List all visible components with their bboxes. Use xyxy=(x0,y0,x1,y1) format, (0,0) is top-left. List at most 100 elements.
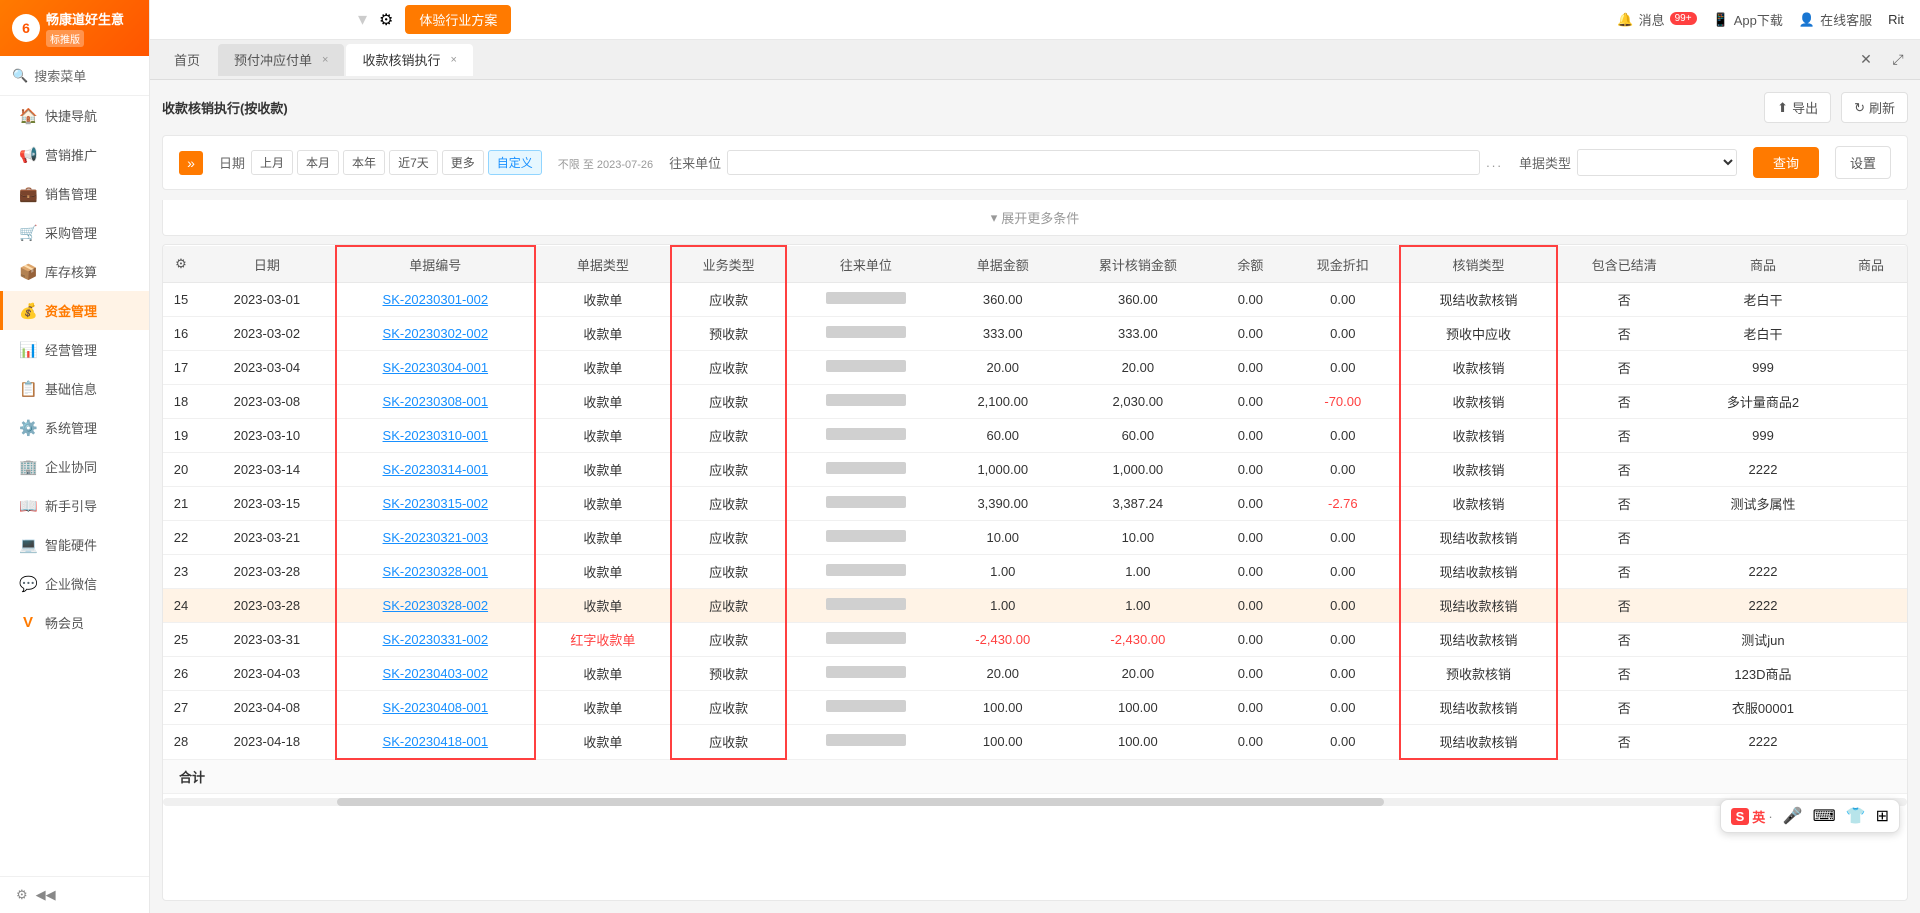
row-bill-type: 收款单 xyxy=(535,521,671,555)
date-btn-more[interactable]: 更多 xyxy=(442,150,484,175)
date-btn-this-year[interactable]: 本年 xyxy=(343,150,385,175)
row-amount: 60.00 xyxy=(944,419,1061,453)
row-bill-no[interactable]: SK-20230331-002 xyxy=(336,623,535,657)
sidebar-item-system[interactable]: ⚙️ 系统管理 xyxy=(0,408,149,447)
sidebar-item-inventory[interactable]: 📦 库存核算 xyxy=(0,252,149,291)
row-bill-no[interactable]: SK-20230304-001 xyxy=(336,351,535,385)
voucher-type-select[interactable] xyxy=(1577,149,1737,176)
filter-toggle-button[interactable]: » xyxy=(179,151,203,175)
topbar-right: 🔔 消息 99+ 📱 App下载 👤 在线客服 Rit xyxy=(1617,10,1904,29)
app-download-group[interactable]: 📱 App下载 xyxy=(1713,10,1783,29)
row-bill-no[interactable]: SK-20230301-002 xyxy=(336,283,535,317)
sidebar-item-operation[interactable]: 📊 经营管理 xyxy=(0,330,149,369)
row-bill-type: 收款单 xyxy=(535,317,671,351)
row-no: 15 xyxy=(163,283,199,317)
col-settings-icon[interactable]: ⚙ xyxy=(163,246,199,283)
row-bill-no[interactable]: SK-20230328-001 xyxy=(336,555,535,589)
row-product2 xyxy=(1835,555,1907,589)
sidebar-item-marketing[interactable]: 📢 营销推广 xyxy=(0,135,149,174)
row-amount: 2,100.00 xyxy=(944,385,1061,419)
tab-prepay-close[interactable]: × xyxy=(322,54,328,66)
row-balance: 0.00 xyxy=(1214,657,1286,691)
col-included: 包含已结清 xyxy=(1557,246,1691,283)
sidebar-item-enterprise[interactable]: 🏢 企业协同 xyxy=(0,447,149,486)
sidebar-item-hardware[interactable]: 💻 智能硬件 xyxy=(0,525,149,564)
col-amount: 单据金额 xyxy=(944,246,1061,283)
gear-icon[interactable]: ⚙ xyxy=(379,10,393,30)
row-discount: 0.00 xyxy=(1286,283,1400,317)
row-wtype: 现结收款核销 xyxy=(1400,283,1556,317)
tab-close-all[interactable]: ✕ xyxy=(1852,46,1880,74)
partner-input[interactable] xyxy=(727,150,1480,175)
table-scrollbar[interactable] xyxy=(163,798,1907,806)
data-table: ⚙ 日期 单据编号 单据类型 业务类型 往来单位 单据金额 累计核销金额 余额 … xyxy=(163,245,1907,794)
row-date: 2023-04-03 xyxy=(199,657,336,691)
row-bill-no[interactable]: SK-20230408-001 xyxy=(336,691,535,725)
row-partner xyxy=(786,555,944,589)
tab-collection-close[interactable]: × xyxy=(450,54,456,66)
user-name[interactable]: Rit xyxy=(1888,12,1904,27)
row-discount: 0.00 xyxy=(1286,657,1400,691)
expand-more-button[interactable]: ▾ 展开更多条件 xyxy=(167,204,1903,231)
keyboard-icon[interactable]: ⌨ xyxy=(1813,806,1836,826)
sidebar-item-wechat[interactable]: 💬 企业微信 xyxy=(0,564,149,603)
row-biz-type: 应收款 xyxy=(671,725,787,760)
microphone-icon[interactable]: 🎤 xyxy=(1783,806,1803,826)
refresh-icon: ↻ xyxy=(1854,100,1865,116)
partner-label: 往来单位 xyxy=(669,153,721,172)
online-service-group[interactable]: 👤 在线客服 xyxy=(1799,10,1872,29)
sidebar-item-sales[interactable]: 💼 销售管理 xyxy=(0,174,149,213)
sidebar-bottom[interactable]: ⚙ ◀◀ xyxy=(0,876,149,913)
row-bill-no[interactable]: SK-20230302-002 xyxy=(336,317,535,351)
row-bill-no[interactable]: SK-20230321-003 xyxy=(336,521,535,555)
row-written: 333.00 xyxy=(1061,317,1214,351)
col-date: 日期 xyxy=(199,246,336,283)
row-bill-no[interactable]: SK-20230328-002 xyxy=(336,589,535,623)
row-product2 xyxy=(1835,657,1907,691)
row-bill-no[interactable]: SK-20230310-001 xyxy=(336,419,535,453)
row-bill-type: 收款单 xyxy=(535,453,671,487)
col-bill-no: 单据编号 xyxy=(336,246,535,283)
date-btn-7days[interactable]: 近7天 xyxy=(389,150,438,175)
tab-home[interactable]: 首页 xyxy=(158,44,216,76)
row-product: 老白干 xyxy=(1691,283,1835,317)
sidebar-item-basic[interactable]: 📋 基础信息 xyxy=(0,369,149,408)
sidebar-item-shortcut[interactable]: 🏠 快捷导航 xyxy=(0,96,149,135)
table-container: ⚙ 日期 单据编号 单据类型 业务类型 往来单位 单据金额 累计核销金额 余额 … xyxy=(162,244,1908,901)
sidebar-item-member[interactable]: V 畅会员 xyxy=(0,603,149,642)
sidebar-item-purchase[interactable]: 🛒 采购管理 xyxy=(0,213,149,252)
sidebar-item-finance[interactable]: 💰 资金管理 xyxy=(0,291,149,330)
search-menu-item[interactable]: 🔍 搜索菜单 xyxy=(0,56,149,96)
export-button[interactable]: ⬆ 导出 xyxy=(1764,92,1831,123)
settings-button[interactable]: 设置 xyxy=(1835,146,1891,179)
shirt-icon[interactable]: 👕 xyxy=(1846,806,1866,826)
export-icon: ⬆ xyxy=(1777,100,1788,116)
voucher-type-label: 单据类型 xyxy=(1519,153,1571,172)
row-bill-no[interactable]: SK-20230314-001 xyxy=(336,453,535,487)
col-wtype: 核销类型 xyxy=(1400,246,1556,283)
row-bill-no[interactable]: SK-20230315-002 xyxy=(336,487,535,521)
tab-expand[interactable]: ⤢ xyxy=(1884,46,1912,74)
row-included: 否 xyxy=(1557,487,1691,521)
row-bill-no[interactable]: SK-20230308-001 xyxy=(336,385,535,419)
row-discount: 0.00 xyxy=(1286,623,1400,657)
sidebar-item-guide[interactable]: 📖 新手引导 xyxy=(0,486,149,525)
row-product2 xyxy=(1835,691,1907,725)
notice-group[interactable]: 🔔 消息 99+ xyxy=(1617,10,1696,29)
grid-icon[interactable]: ⊞ xyxy=(1876,806,1889,826)
industry-solution-button[interactable]: 体验行业方案 xyxy=(405,5,511,34)
row-bill-no[interactable]: SK-20230418-001 xyxy=(336,725,535,760)
row-date: 2023-03-10 xyxy=(199,419,336,453)
refresh-button[interactable]: ↻ 刷新 xyxy=(1841,92,1908,123)
query-button[interactable]: 查询 xyxy=(1753,147,1819,178)
date-btn-this-month[interactable]: 本月 xyxy=(297,150,339,175)
row-bill-no[interactable]: SK-20230403-002 xyxy=(336,657,535,691)
tab-prepay[interactable]: 预付冲应付单 × xyxy=(218,44,344,76)
date-btn-custom[interactable]: 自定义 xyxy=(488,150,542,175)
date-range-text: 不限 至 2023-07-26 xyxy=(558,154,653,172)
tab-collection[interactable]: 收款核销执行 × xyxy=(346,44,472,76)
phone-icon: 📱 xyxy=(1713,12,1729,28)
row-written: 3,387.24 xyxy=(1061,487,1214,521)
row-partner xyxy=(786,657,944,691)
date-btn-last-month[interactable]: 上月 xyxy=(251,150,293,175)
